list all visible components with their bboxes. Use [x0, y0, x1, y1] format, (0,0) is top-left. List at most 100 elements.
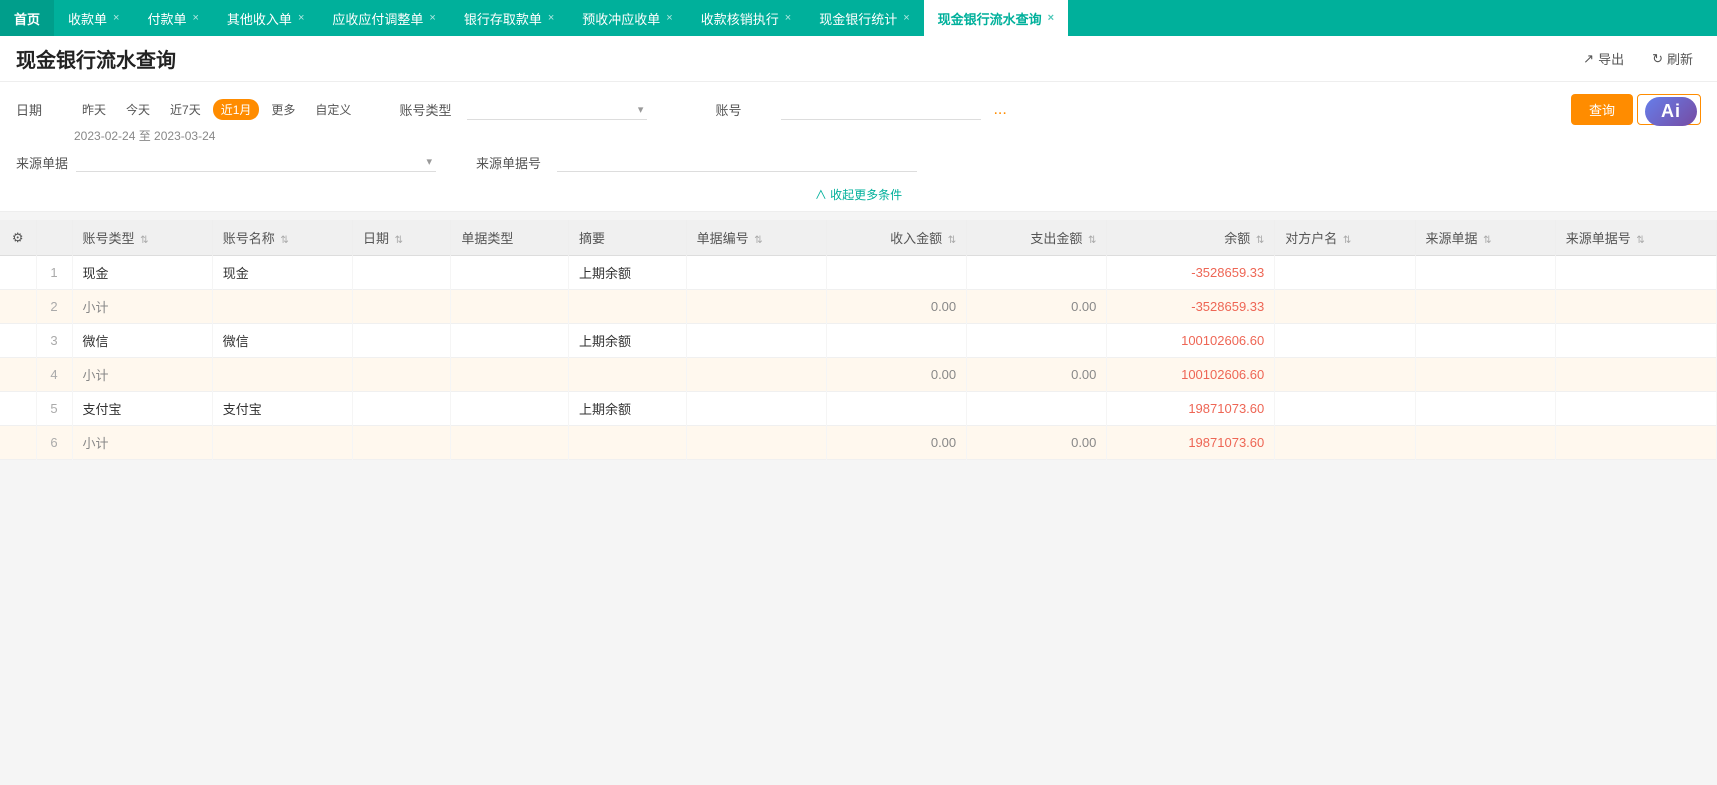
- cell-income: 0.00: [826, 358, 966, 392]
- th-doc-no[interactable]: 单据编号 ⇅: [686, 220, 826, 256]
- cell-income: 0.00: [826, 290, 966, 324]
- cell-date: [353, 358, 451, 392]
- th-date[interactable]: 日期 ⇅: [353, 220, 451, 256]
- nav-cash-bank-stat-close[interactable]: ×: [903, 12, 909, 24]
- cell-expense: [967, 392, 1107, 426]
- cell-gear: [0, 392, 36, 426]
- table-row[interactable]: 5支付宝支付宝上期余额19871073.60: [0, 392, 1717, 426]
- th-account-name[interactable]: 账号名称 ⇅: [212, 220, 352, 256]
- date-opt-custom[interactable]: 自定义: [307, 99, 359, 120]
- th-account-type[interactable]: 账号类型 ⇅: [72, 220, 212, 256]
- nav-home[interactable]: 首页: [0, 0, 54, 36]
- th-balance[interactable]: 余额 ⇅: [1107, 220, 1275, 256]
- nav-cash-bank-stat[interactable]: 现金银行统计 ×: [805, 0, 923, 36]
- nav-prepay-offset[interactable]: 预收冲应收单 ×: [568, 0, 686, 36]
- sort-icon-account-type: ⇅: [140, 235, 148, 246]
- collapse-bar[interactable]: ∧ 收起更多条件: [16, 182, 1701, 211]
- cell-summary: [569, 358, 687, 392]
- th-expense[interactable]: 支出金额 ⇅: [967, 220, 1107, 256]
- date-opt-today[interactable]: 今天: [118, 99, 158, 120]
- table-row[interactable]: 3微信微信上期余额100102606.60: [0, 324, 1717, 358]
- cell-balance: 19871073.60: [1107, 426, 1275, 460]
- nav-cash-bank-query-close[interactable]: ×: [1048, 12, 1054, 24]
- export-button[interactable]: ↗ 导出: [1575, 45, 1632, 72]
- th-counterparty[interactable]: 对方户名 ⇅: [1275, 220, 1415, 256]
- nav-other-income-close[interactable]: ×: [298, 12, 304, 24]
- export-label: 导出: [1598, 49, 1624, 68]
- cell-row-num: 2: [36, 290, 72, 324]
- gear-icon[interactable]: ⚙: [12, 230, 24, 245]
- source-doc-no-label: 来源单据号: [476, 153, 541, 172]
- cell-doc-type: [451, 324, 569, 358]
- cell-source-doc-no: [1555, 426, 1716, 460]
- date-opt-7days[interactable]: 近7天: [162, 99, 209, 120]
- cell-expense: 0.00: [967, 358, 1107, 392]
- table-row[interactable]: 4小计0.000.00100102606.60: [0, 358, 1717, 392]
- cell-row-num: 6: [36, 426, 72, 460]
- date-range-display: 2023-02-24 至 2023-03-24: [74, 129, 215, 143]
- refresh-button[interactable]: ↻ 刷新: [1644, 45, 1701, 72]
- cell-summary: 上期余额: [569, 392, 687, 426]
- nav-prepay-close[interactable]: ×: [666, 12, 672, 24]
- nav-ar-ap-adjust[interactable]: 应收应付调整单 ×: [318, 0, 449, 36]
- cell-date: [353, 256, 451, 290]
- nav-cash-bank-query[interactable]: 现金银行流水查询 ×: [924, 0, 1068, 36]
- nav-payment[interactable]: 付款单 ×: [133, 0, 212, 36]
- cell-account-name: 微信: [212, 324, 352, 358]
- cell-doc-no: [686, 324, 826, 358]
- filter-section: 日期 昨天 今天 近7天 近1月 更多 自定义 账号类型 现金 微信 支付宝 账…: [0, 82, 1717, 212]
- source-doc-no-input[interactable]: [557, 152, 917, 172]
- cell-summary: 上期余额: [569, 324, 687, 358]
- cell-source-doc-no: [1555, 256, 1716, 290]
- table-row[interactable]: 1现金现金上期余额-3528659.33: [0, 256, 1717, 290]
- cell-summary: [569, 290, 687, 324]
- account-type-select[interactable]: 现金 微信 支付宝: [467, 100, 647, 120]
- cell-gear: [0, 290, 36, 324]
- sort-icon-expense: ⇅: [1088, 235, 1096, 246]
- nav-prepay-label: 预收冲应收单: [582, 9, 660, 28]
- th-income[interactable]: 收入金额 ⇅: [826, 220, 966, 256]
- nav-other-income[interactable]: 其他收入单 ×: [213, 0, 318, 36]
- nav-payment-label: 付款单: [147, 9, 186, 28]
- cell-row-num: 4: [36, 358, 72, 392]
- cell-expense: 0.00: [967, 426, 1107, 460]
- export-icon: ↗: [1583, 51, 1594, 67]
- cell-date: [353, 426, 451, 460]
- th-summary: 摘要: [569, 220, 687, 256]
- cell-gear: [0, 324, 36, 358]
- cell-row-num: 3: [36, 324, 72, 358]
- query-button[interactable]: 查询: [1571, 94, 1633, 125]
- cell-account-name: [212, 426, 352, 460]
- date-opt-more[interactable]: 更多: [263, 99, 303, 120]
- filter-row-2: 来源单据 来源单据号: [16, 152, 1701, 172]
- nav-payment-close[interactable]: ×: [192, 12, 198, 24]
- refresh-icon: ↻: [1652, 51, 1663, 67]
- source-doc-select-wrapper: [76, 152, 436, 172]
- nav-bank-deposit[interactable]: 银行存取款单 ×: [450, 0, 568, 36]
- date-opt-1month[interactable]: 近1月: [213, 99, 260, 120]
- account-input[interactable]: [781, 100, 981, 120]
- th-source-doc[interactable]: 来源单据 ⇅: [1415, 220, 1555, 256]
- cell-source-doc-no: [1555, 290, 1716, 324]
- source-doc-input[interactable]: [76, 152, 436, 171]
- nav-receipt-verify[interactable]: 收款核销执行 ×: [687, 0, 805, 36]
- table-row[interactable]: 6小计0.000.0019871073.60: [0, 426, 1717, 460]
- page-title: 现金银行流水查询: [16, 44, 176, 73]
- table-row[interactable]: 2小计0.000.00-3528659.33: [0, 290, 1717, 324]
- nav-receipt-verify-close[interactable]: ×: [785, 12, 791, 24]
- date-opt-yesterday[interactable]: 昨天: [74, 99, 114, 120]
- ai-badge[interactable]: Ai: [1645, 97, 1697, 126]
- nav-bank-deposit-close[interactable]: ×: [548, 12, 554, 24]
- nav-receipt-label: 收款单: [68, 9, 107, 28]
- account-dots-button[interactable]: ...: [993, 101, 1006, 119]
- account-label: 账号: [715, 100, 765, 119]
- nav-receipt[interactable]: 收款单 ×: [54, 0, 133, 36]
- nav-receipt-close[interactable]: ×: [113, 12, 119, 24]
- cell-account-name: [212, 290, 352, 324]
- cell-account-type: 支付宝: [72, 392, 212, 426]
- table-body: 1现金现金上期余额-3528659.332小计0.000.00-3528659.…: [0, 256, 1717, 460]
- sort-icon-source-doc: ⇅: [1483, 235, 1491, 246]
- nav-other-income-label: 其他收入单: [227, 9, 292, 28]
- th-source-doc-no[interactable]: 来源单据号 ⇅: [1555, 220, 1716, 256]
- nav-ar-ap-close[interactable]: ×: [429, 12, 435, 24]
